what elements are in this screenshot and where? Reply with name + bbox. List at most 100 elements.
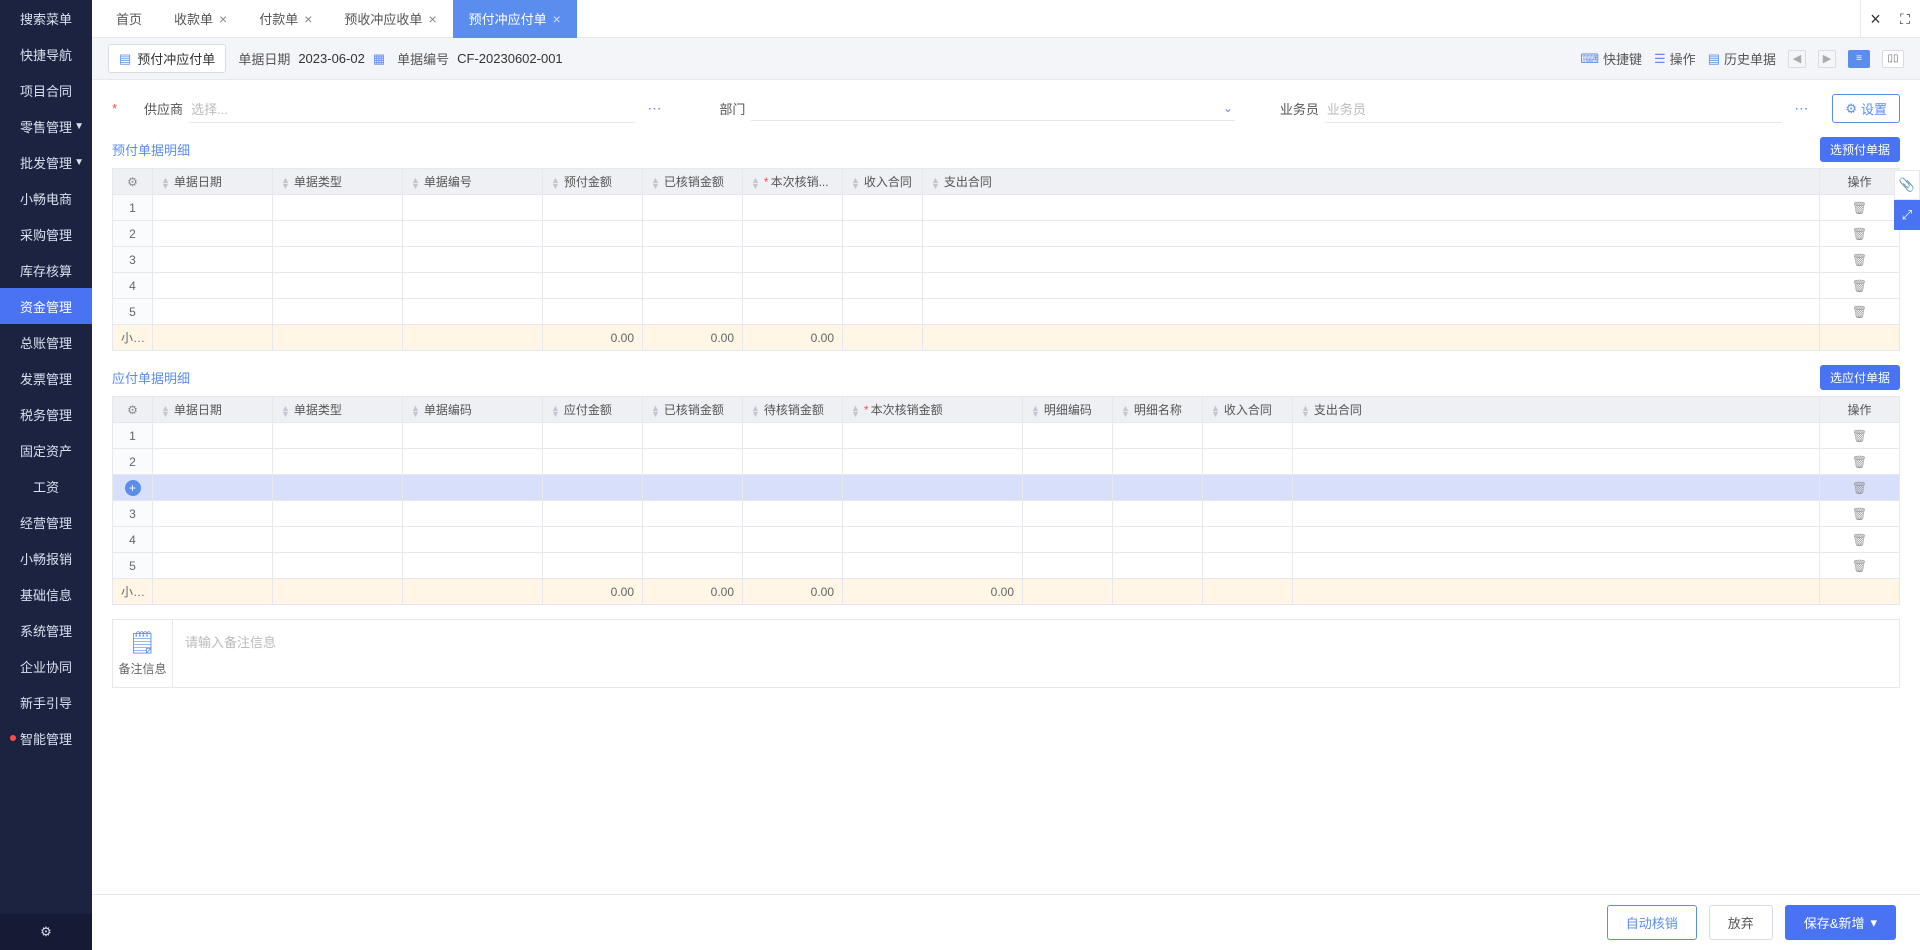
tabs-close-all[interactable]: ×	[1860, 0, 1890, 38]
col-header[interactable]: 操作	[1820, 397, 1900, 423]
view-mode-grid[interactable]: ▯▯	[1882, 50, 1904, 68]
sort-icon[interactable]: ▲▼	[161, 177, 170, 189]
tab-0[interactable]: 首页	[100, 0, 158, 38]
col-header[interactable]: ▲▼明细编码	[1023, 397, 1113, 423]
tab-1[interactable]: 收款单×	[158, 0, 243, 38]
settings-button[interactable]: ⚙ 设置	[1832, 94, 1900, 123]
table-row[interactable]: 4🗑	[113, 273, 1900, 299]
table-row[interactable]: 5🗑	[113, 553, 1900, 579]
sort-icon[interactable]: ▲▼	[1301, 405, 1310, 417]
close-icon[interactable]: ×	[428, 11, 436, 27]
attachment-icon[interactable]: 📎	[1894, 170, 1920, 200]
trash-icon[interactable]: 🗑	[1852, 559, 1867, 573]
trash-icon[interactable]: 🗑	[1852, 227, 1867, 241]
table-row[interactable]: 3🗑	[113, 501, 1900, 527]
col-header[interactable]: ▲▼已核销金额	[643, 169, 743, 195]
discard-button[interactable]: 放弃	[1709, 905, 1773, 940]
trash-icon[interactable]: 🗑	[1852, 507, 1867, 521]
close-icon[interactable]: ×	[553, 11, 561, 27]
col-header[interactable]: ⚙	[113, 397, 153, 423]
sidebar-item-18[interactable]: 企业协同	[0, 648, 92, 684]
calendar-icon[interactable]: ▦	[373, 51, 385, 67]
col-header[interactable]: ▲▼支出合同	[923, 169, 1820, 195]
trash-icon[interactable]: 🗑	[1852, 455, 1867, 469]
sidebar-item-11[interactable]: 税务管理	[0, 396, 92, 432]
sort-icon[interactable]: ▲▼	[851, 405, 860, 417]
sort-icon[interactable]: ▲▼	[1031, 405, 1040, 417]
col-header[interactable]: ⚙	[113, 169, 153, 195]
sidebar-item-8[interactable]: 资金管理	[0, 288, 92, 324]
prev-record[interactable]: ◀	[1788, 50, 1806, 68]
sidebar-item-10[interactable]: 发票管理	[0, 360, 92, 396]
col-header[interactable]: ▲▼单据类型	[273, 169, 403, 195]
sort-icon[interactable]: ▲▼	[1211, 405, 1220, 417]
sidebar-item-17[interactable]: 系统管理	[0, 612, 92, 648]
sidebar-item-2[interactable]: 项目合同	[0, 72, 92, 108]
trash-icon[interactable]: 🗑	[1852, 253, 1867, 267]
col-header[interactable]: 操作	[1820, 169, 1900, 195]
date-value[interactable]: 2023-06-02	[298, 51, 365, 66]
supplier-input[interactable]: 选择...	[189, 95, 635, 123]
sidebar-item-1[interactable]: 快捷导航	[0, 36, 92, 72]
tab-2[interactable]: 付款单×	[243, 0, 328, 38]
sidebar-item-13[interactable]: 工资	[0, 468, 92, 504]
ops-button[interactable]: ☰ 操作	[1654, 49, 1696, 68]
col-header[interactable]: ▲▼*本次核销...	[743, 169, 843, 195]
table-row[interactable]: 1🗑	[113, 423, 1900, 449]
sidebar-item-7[interactable]: 库存核算	[0, 252, 92, 288]
next-record[interactable]: ▶	[1818, 50, 1836, 68]
sidebar-item-3[interactable]: 零售管理▼	[0, 108, 92, 144]
table-row[interactable]: 4🗑	[113, 527, 1900, 553]
plus-icon[interactable]: +	[125, 480, 141, 496]
col-header[interactable]: ▲▼收入合同	[843, 169, 923, 195]
trash-icon[interactable]: 🗑	[1852, 279, 1867, 293]
col-header[interactable]: ▲▼应付金额	[543, 397, 643, 423]
sidebar-item-16[interactable]: 基础信息	[0, 576, 92, 612]
sidebar-item-4[interactable]: 批发管理▼	[0, 144, 92, 180]
table-row[interactable]: 5🗑	[113, 299, 1900, 325]
remark-input[interactable]: 请输入备注信息	[173, 620, 1899, 687]
close-icon[interactable]: ×	[219, 11, 227, 27]
select-payable-button[interactable]: 选应付单据	[1820, 365, 1900, 390]
sort-icon[interactable]: ▲▼	[651, 177, 660, 189]
col-header[interactable]: ▲▼单据编号	[403, 169, 543, 195]
table-row[interactable]: 3🗑	[113, 247, 1900, 273]
trash-icon[interactable]: 🗑	[1852, 201, 1867, 215]
sort-icon[interactable]: ▲▼	[851, 177, 860, 189]
sidebar-item-6[interactable]: 采购管理	[0, 216, 92, 252]
expand-icon[interactable]: ⤢	[1894, 200, 1920, 230]
col-header[interactable]: ▲▼单据编码	[403, 397, 543, 423]
sort-icon[interactable]: ▲▼	[1121, 405, 1130, 417]
col-header[interactable]: ▲▼单据日期	[153, 397, 273, 423]
sidebar-item-14[interactable]: 经营管理	[0, 504, 92, 540]
gear-icon[interactable]: ⚙	[127, 403, 138, 417]
sort-icon[interactable]: ▲▼	[281, 177, 290, 189]
sort-icon[interactable]: ▲▼	[751, 405, 760, 417]
sidebar-item-12[interactable]: 固定资产	[0, 432, 92, 468]
sidebar-item-19[interactable]: 新手引导	[0, 684, 92, 720]
sort-icon[interactable]: ▲▼	[931, 177, 940, 189]
sort-icon[interactable]: ▲▼	[411, 405, 420, 417]
fullscreen-icon[interactable]: ⛶	[1890, 0, 1920, 38]
supplier-more-icon[interactable]: ⋯	[647, 100, 661, 117]
tab-4[interactable]: 预付冲应付单×	[453, 0, 577, 38]
sidebar-item-9[interactable]: 总账管理	[0, 324, 92, 360]
trash-icon[interactable]: 🗑	[1852, 533, 1867, 547]
trash-icon[interactable]: 🗑	[1852, 481, 1867, 495]
sort-icon[interactable]: ▲▼	[551, 405, 560, 417]
select-prepay-button[interactable]: 选预付单据	[1820, 137, 1900, 162]
sort-icon[interactable]: ▲▼	[651, 405, 660, 417]
close-icon[interactable]: ×	[304, 11, 312, 27]
col-header[interactable]: ▲▼明细名称	[1113, 397, 1203, 423]
sort-icon[interactable]: ▲▼	[161, 405, 170, 417]
dept-input[interactable]: ⌄	[751, 97, 1234, 121]
table-row[interactable]: 1🗑	[113, 195, 1900, 221]
col-header[interactable]: ▲▼待核销金额	[743, 397, 843, 423]
sort-icon[interactable]: ▲▼	[411, 177, 420, 189]
insert-row[interactable]: +🗑	[113, 475, 1900, 501]
gear-icon[interactable]: ⚙	[127, 175, 138, 189]
col-header[interactable]: ▲▼*本次核销金额	[843, 397, 1023, 423]
sort-icon[interactable]: ▲▼	[751, 177, 760, 189]
sidebar-settings[interactable]: ⚙	[0, 914, 92, 950]
sort-icon[interactable]: ▲▼	[551, 177, 560, 189]
